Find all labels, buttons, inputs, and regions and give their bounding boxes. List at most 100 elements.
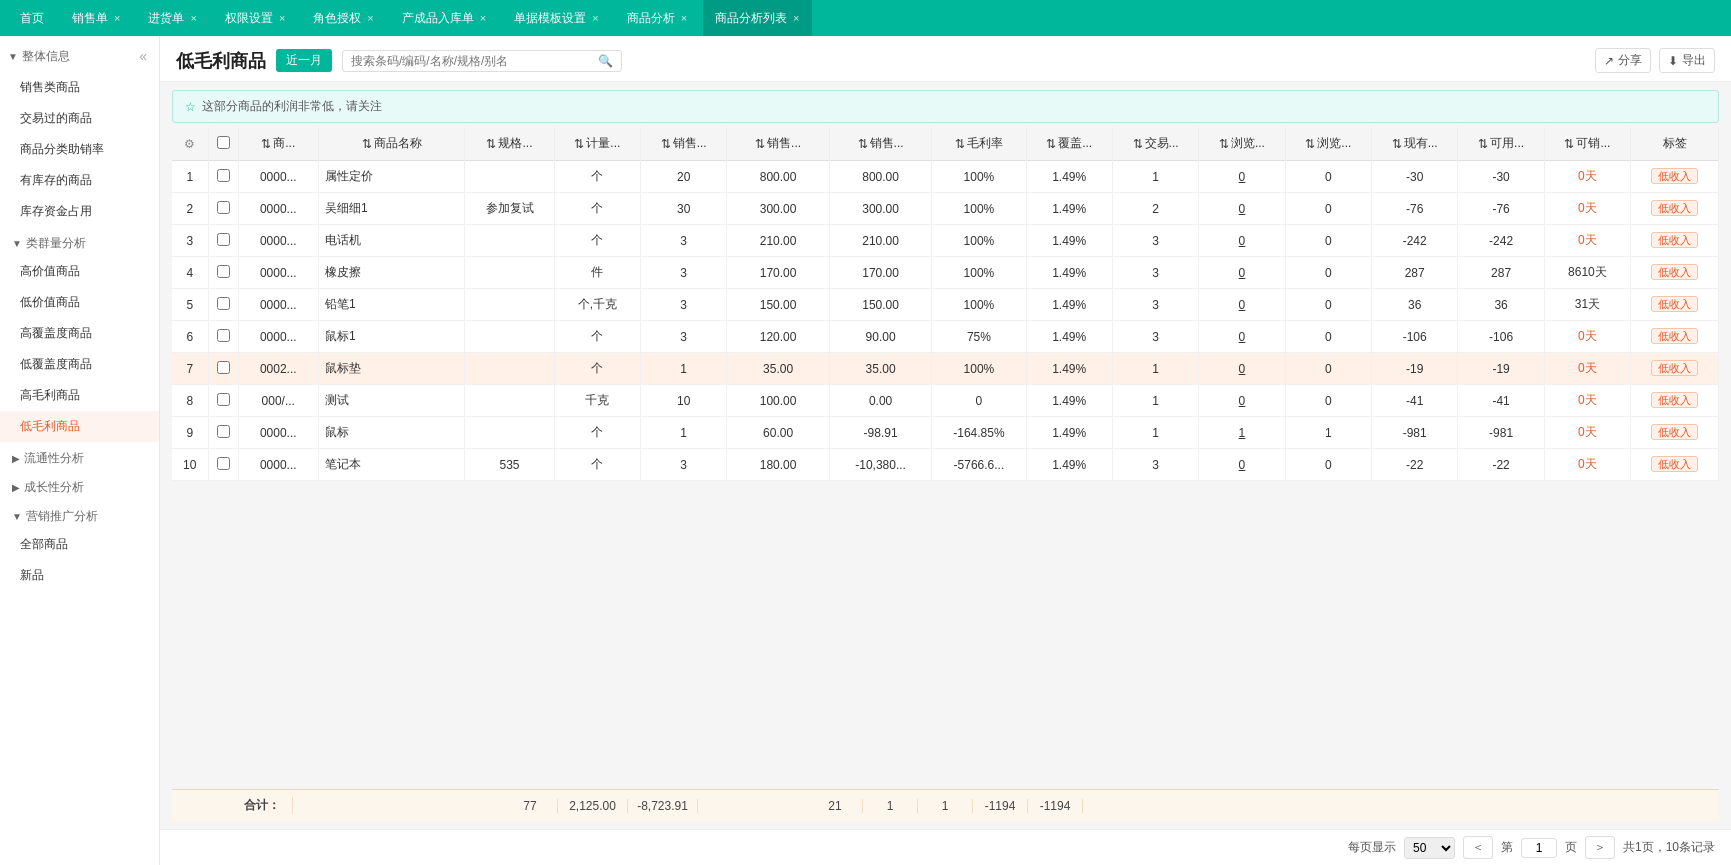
sidebar-item-low-coverage[interactable]: 低覆盖度商品 bbox=[0, 349, 159, 380]
th-spec[interactable]: ⇅规格... bbox=[465, 127, 554, 161]
sidebar-item-high-coverage[interactable]: 高覆盖度商品 bbox=[0, 318, 159, 349]
search-input[interactable] bbox=[351, 54, 598, 68]
export-button[interactable]: ⬇ 导出 bbox=[1659, 48, 1715, 73]
search-box[interactable]: 🔍 bbox=[342, 50, 622, 72]
view1-link[interactable]: 1 bbox=[1239, 426, 1246, 440]
sidebar-item-high-value[interactable]: 高价值商品 bbox=[0, 256, 159, 287]
view1-link[interactable]: 0 bbox=[1239, 394, 1246, 408]
row-checkbox[interactable] bbox=[217, 329, 230, 342]
sidebar-item-low-value[interactable]: 低价值商品 bbox=[0, 287, 159, 318]
row-checkbox[interactable] bbox=[217, 393, 230, 406]
th-current[interactable]: ⇅现有... bbox=[1372, 127, 1458, 161]
th-view1[interactable]: ⇅浏览... bbox=[1199, 127, 1285, 161]
sidebar-group-circulation[interactable]: ▶ 流通性分析 bbox=[0, 442, 159, 471]
th-gross-margin[interactable]: ⇅毛利率 bbox=[932, 127, 1026, 161]
sidebar-item-sales-goods[interactable]: 销售类商品 bbox=[0, 72, 159, 103]
cell-view1[interactable]: 0 bbox=[1199, 225, 1285, 257]
th-checkbox[interactable] bbox=[208, 127, 238, 161]
nav-item-analysis-list[interactable]: 商品分析列表 × bbox=[703, 0, 811, 36]
row-checkbox-cell[interactable] bbox=[208, 385, 238, 417]
cell-view1[interactable]: 0 bbox=[1199, 321, 1285, 353]
close-icon[interactable]: × bbox=[681, 12, 687, 24]
view1-link[interactable]: 0 bbox=[1239, 330, 1246, 344]
nav-item-sales[interactable]: 销售单 × bbox=[60, 0, 132, 36]
cell-view1[interactable]: 0 bbox=[1199, 353, 1285, 385]
close-icon[interactable]: × bbox=[279, 12, 285, 24]
sidebar-item-high-margin[interactable]: 高毛利商品 bbox=[0, 380, 159, 411]
sidebar-item-capital[interactable]: 库存资金占用 bbox=[0, 196, 159, 227]
sidebar-item-category-rate[interactable]: 商品分类助销率 bbox=[0, 134, 159, 165]
cell-view1[interactable]: 0 bbox=[1199, 385, 1285, 417]
row-checkbox[interactable] bbox=[217, 425, 230, 438]
th-trade[interactable]: ⇅交易... bbox=[1112, 127, 1198, 161]
sidebar-item-low-margin[interactable]: 低毛利商品 bbox=[0, 411, 159, 442]
sidebar-item-new-goods[interactable]: 新品 bbox=[0, 560, 159, 591]
th-sales-profit[interactable]: ⇅销售... bbox=[829, 127, 931, 161]
sidebar-group-overall[interactable]: ▼ 整体信息 bbox=[8, 48, 70, 65]
th-available[interactable]: ⇅可用... bbox=[1458, 127, 1544, 161]
view1-link[interactable]: 0 bbox=[1239, 170, 1246, 184]
view1-link[interactable]: 0 bbox=[1239, 298, 1246, 312]
close-icon[interactable]: × bbox=[793, 12, 799, 24]
cell-view1[interactable]: 0 bbox=[1199, 193, 1285, 225]
th-sellable[interactable]: ⇅可销... bbox=[1544, 127, 1630, 161]
sidebar-collapse-button[interactable]: « bbox=[135, 44, 151, 68]
nav-item-purchase[interactable]: 进货单 × bbox=[136, 0, 208, 36]
th-settings[interactable]: ⚙ bbox=[172, 127, 208, 161]
next-page-button[interactable]: ＞ bbox=[1585, 836, 1615, 859]
cell-view1[interactable]: 0 bbox=[1199, 449, 1285, 481]
prev-page-button[interactable]: ＜ bbox=[1463, 836, 1493, 859]
nav-item-home[interactable]: 首页 bbox=[8, 0, 56, 36]
row-checkbox[interactable] bbox=[217, 297, 230, 310]
sidebar-group-cluster[interactable]: ▼ 类群量分析 bbox=[0, 227, 159, 256]
sidebar-item-traded-goods[interactable]: 交易过的商品 bbox=[0, 103, 159, 134]
cell-view1[interactable]: 1 bbox=[1199, 417, 1285, 449]
row-checkbox-cell[interactable] bbox=[208, 193, 238, 225]
row-checkbox[interactable] bbox=[217, 265, 230, 278]
row-checkbox[interactable] bbox=[217, 233, 230, 246]
th-coverage[interactable]: ⇅覆盖... bbox=[1026, 127, 1112, 161]
sidebar-item-all-goods[interactable]: 全部商品 bbox=[0, 529, 159, 560]
view1-link[interactable]: 0 bbox=[1239, 266, 1246, 280]
row-checkbox-cell[interactable] bbox=[208, 353, 238, 385]
row-checkbox-cell[interactable] bbox=[208, 321, 238, 353]
view1-link[interactable]: 0 bbox=[1239, 362, 1246, 376]
row-checkbox[interactable] bbox=[217, 361, 230, 374]
sidebar-group-growth[interactable]: ▶ 成长性分析 bbox=[0, 471, 159, 500]
cell-view1[interactable]: 0 bbox=[1199, 289, 1285, 321]
row-checkbox-cell[interactable] bbox=[208, 161, 238, 193]
row-checkbox-cell[interactable] bbox=[208, 289, 238, 321]
view1-link[interactable]: 0 bbox=[1239, 202, 1246, 216]
page-number-input[interactable] bbox=[1521, 838, 1557, 858]
per-page-select[interactable]: 50 20 100 bbox=[1404, 837, 1455, 859]
th-name[interactable]: ⇅商品名称 bbox=[319, 127, 465, 161]
view1-link[interactable]: 0 bbox=[1239, 234, 1246, 248]
nav-item-products[interactable]: 产成品入库单 × bbox=[390, 0, 498, 36]
row-checkbox[interactable] bbox=[217, 201, 230, 214]
row-checkbox[interactable] bbox=[217, 457, 230, 470]
close-icon[interactable]: × bbox=[367, 12, 373, 24]
select-all-checkbox[interactable] bbox=[217, 136, 230, 149]
th-view2[interactable]: ⇅浏览... bbox=[1285, 127, 1371, 161]
sidebar-item-inventory-goods[interactable]: 有库存的商品 bbox=[0, 165, 159, 196]
close-icon[interactable]: × bbox=[480, 12, 486, 24]
share-button[interactable]: ↗ 分享 bbox=[1595, 48, 1651, 73]
row-checkbox-cell[interactable] bbox=[208, 417, 238, 449]
th-sales-price[interactable]: ⇅销售... bbox=[727, 127, 829, 161]
table-container[interactable]: ⚙ ⇅商... ⇅商品名称 ⇅规格... bbox=[172, 127, 1719, 789]
view1-link[interactable]: 0 bbox=[1239, 458, 1246, 472]
th-unit[interactable]: ⇅计量... bbox=[554, 127, 640, 161]
th-code[interactable]: ⇅商... bbox=[238, 127, 319, 161]
settings-icon[interactable]: ⚙ bbox=[184, 137, 195, 151]
nav-item-permissions[interactable]: 权限设置 × bbox=[213, 0, 297, 36]
th-tag[interactable]: 标签 bbox=[1631, 127, 1719, 161]
row-checkbox-cell[interactable] bbox=[208, 225, 238, 257]
th-sales-qty[interactable]: ⇅销售... bbox=[641, 127, 727, 161]
row-checkbox-cell[interactable] bbox=[208, 257, 238, 289]
close-icon[interactable]: × bbox=[592, 12, 598, 24]
filter-recent-month-button[interactable]: 近一月 bbox=[276, 49, 332, 72]
nav-item-roles[interactable]: 角色授权 × bbox=[301, 0, 385, 36]
close-icon[interactable]: × bbox=[190, 12, 196, 24]
sidebar-group-marketing[interactable]: ▼ 营销推广分析 bbox=[0, 500, 159, 529]
nav-item-analysis[interactable]: 商品分析 × bbox=[615, 0, 699, 36]
